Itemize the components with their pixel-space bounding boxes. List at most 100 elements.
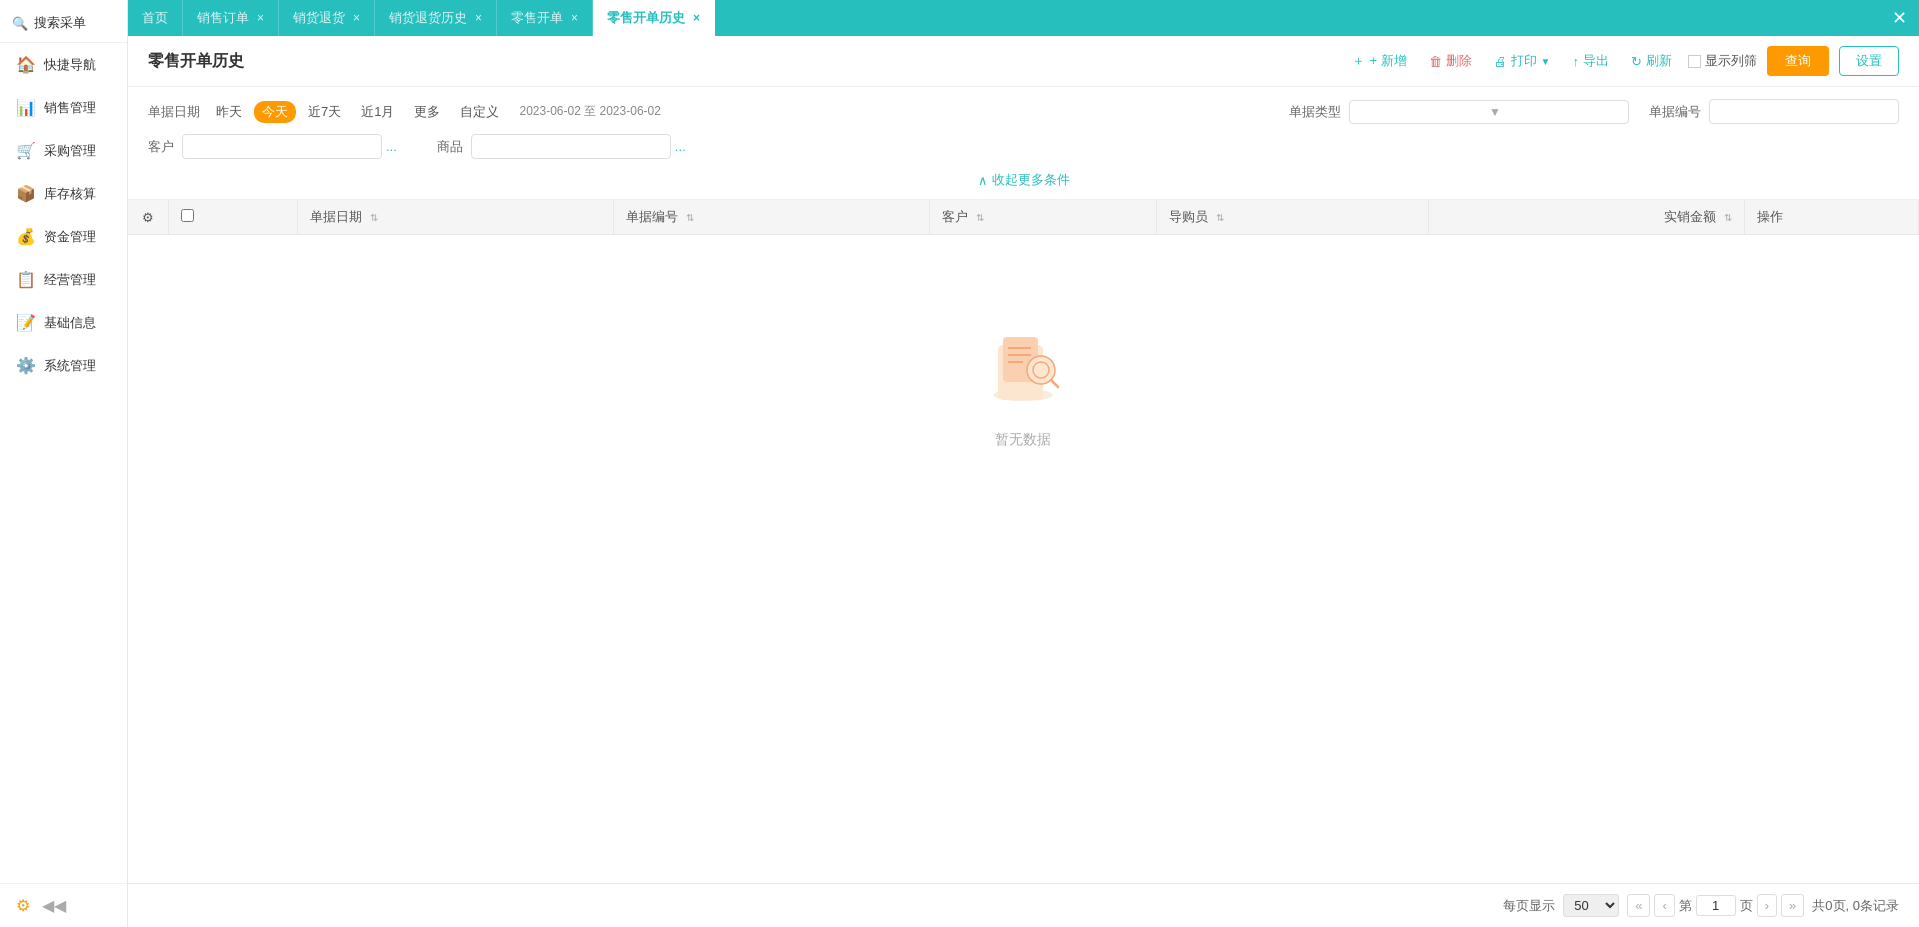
- sidebar-item-system-mgmt[interactable]: ⚙️ 系统管理: [0, 344, 127, 387]
- tab-retail-open-history[interactable]: 零售开单历史 ×: [593, 0, 715, 36]
- table-col-guide[interactable]: 导购员 ⇅: [1157, 200, 1429, 235]
- collapse-filter-button[interactable]: ∧ 收起更多条件: [978, 169, 1070, 191]
- settings-gear-icon[interactable]: ⚙: [16, 896, 30, 915]
- query-button[interactable]: 查询: [1767, 46, 1829, 76]
- select-all-checkbox[interactable]: [181, 209, 194, 222]
- table-col-gear[interactable]: ⚙: [128, 200, 168, 235]
- tab-sales-return-history-close[interactable]: ×: [475, 11, 482, 25]
- date-opt-7days[interactable]: 近7天: [300, 101, 349, 123]
- tab-sales-order[interactable]: 销售订单 ×: [183, 0, 279, 36]
- sidebar-item-label: 销售管理: [44, 99, 96, 117]
- sidebar-item-purchase-mgmt[interactable]: 🛒 采购管理: [0, 129, 127, 172]
- home-icon: 🏠: [16, 55, 36, 74]
- window-close-icon[interactable]: ✕: [1892, 7, 1907, 29]
- tab-retail-open-history-label: 零售开单历史: [607, 9, 685, 27]
- main-area: 首页 销售订单 × 销货退货 × 销货退货历史 × 零售开单 × 零售开单历史 …: [128, 0, 1919, 927]
- collapse-sidebar-icon[interactable]: ◀◀: [42, 896, 66, 915]
- page-label-after: 页: [1740, 897, 1753, 915]
- table-col-date[interactable]: 单据日期 ⇅: [298, 200, 614, 235]
- add-button[interactable]: ＋ + 新增: [1346, 48, 1412, 74]
- gear-icon[interactable]: ⚙: [142, 210, 154, 225]
- prev-page-button[interactable]: ‹: [1654, 894, 1674, 917]
- print-arrow-icon: ▼: [1541, 56, 1551, 67]
- data-table: ⚙ 单据日期 ⇅ 单据编号 ⇅: [128, 200, 1919, 529]
- doc-type-label: 单据类型: [1289, 103, 1341, 121]
- sidebar-item-operations[interactable]: 📋 经营管理: [0, 258, 127, 301]
- sidebar-item-quick-nav[interactable]: 🏠 快捷导航: [0, 43, 127, 86]
- sidebar-item-label: 经营管理: [44, 271, 96, 289]
- tab-sales-order-label: 销售订单: [197, 9, 249, 27]
- table-col-customer[interactable]: 客户 ⇅: [930, 200, 1157, 235]
- table-col-checkbox[interactable]: [168, 200, 298, 235]
- collapse-filter-row: ∧ 收起更多条件: [148, 169, 1899, 191]
- customer-dots-icon[interactable]: ...: [386, 139, 397, 154]
- delete-button[interactable]: 🗑 删除: [1423, 48, 1478, 74]
- table-col-amount[interactable]: 实销金额 ⇅: [1429, 200, 1745, 235]
- sidebar-search[interactable]: 🔍 搜索采单: [0, 0, 127, 43]
- filter-row-1: 单据日期 昨天 今天 近7天 近1月 更多 自定义 2023-06-02 至 2…: [148, 99, 1899, 124]
- doc-type-select[interactable]: ▼: [1349, 100, 1629, 124]
- settings-button[interactable]: 设置: [1839, 46, 1899, 76]
- content-area: 零售开单历史 ＋ + 新增 🗑 删除 🖨 打印 ▼ ↑ 导出: [128, 36, 1919, 927]
- sidebar-item-sales-mgmt[interactable]: 📊 销售管理: [0, 86, 127, 129]
- page-title: 零售开单历史: [148, 51, 244, 72]
- tab-sales-return-history-label: 销货退货历史: [389, 9, 467, 27]
- empty-illustration: [973, 315, 1073, 415]
- finance-icon: 💰: [16, 227, 36, 246]
- svg-line-7: [1051, 380, 1058, 387]
- product-input[interactable]: [471, 134, 671, 159]
- product-dots-icon[interactable]: ...: [675, 139, 686, 154]
- tab-retail-open[interactable]: 零售开单 ×: [497, 0, 593, 36]
- tab-sales-return-history[interactable]: 销货退货历史 ×: [375, 0, 497, 36]
- doc-num-label: 单据编号: [1649, 103, 1701, 121]
- display-cols-toggle[interactable]: 显示列筛: [1688, 52, 1757, 70]
- sidebar-item-basic-info[interactable]: 📝 基础信息: [0, 301, 127, 344]
- sales-icon: 📊: [16, 98, 36, 117]
- page-nav: « ‹ 第 页 › »: [1627, 894, 1804, 917]
- sidebar-item-finance[interactable]: 💰 资金管理: [0, 215, 127, 258]
- date-opt-1month[interactable]: 近1月: [353, 101, 402, 123]
- print-button[interactable]: 🖨 打印 ▼: [1488, 48, 1557, 74]
- date-opt-more[interactable]: 更多: [406, 101, 448, 123]
- first-page-button[interactable]: «: [1627, 894, 1650, 917]
- empty-state: 暂无数据: [128, 235, 1919, 529]
- tab-retail-open-history-close[interactable]: ×: [693, 11, 700, 25]
- search-icon: 🔍: [12, 16, 28, 31]
- page-size-select[interactable]: 10 20 50 100: [1563, 894, 1619, 917]
- sidebar-item-label: 基础信息: [44, 314, 96, 332]
- page-header: 零售开单历史 ＋ + 新增 🗑 删除 🖨 打印 ▼ ↑ 导出: [128, 36, 1919, 87]
- refresh-button[interactable]: ↻ 刷新: [1625, 48, 1678, 74]
- chevron-up-icon: ∧: [978, 173, 988, 188]
- export-button[interactable]: ↑ 导出: [1567, 48, 1616, 74]
- tab-sales-return[interactable]: 销货退货 ×: [279, 0, 375, 36]
- tab-sales-return-label: 销货退货: [293, 9, 345, 27]
- table-body: 暂无数据: [128, 235, 1919, 530]
- tab-sales-return-close[interactable]: ×: [353, 11, 360, 25]
- pagination-bar: 每页显示 10 20 50 100 « ‹ 第 页 › » 共0页, 0条记录: [128, 883, 1919, 927]
- tab-sales-order-close[interactable]: ×: [257, 11, 264, 25]
- refresh-icon: ↻: [1631, 54, 1642, 69]
- print-icon: 🖨: [1494, 54, 1507, 69]
- sidebar-item-inventory[interactable]: 📦 库存核算: [0, 172, 127, 215]
- date-opt-custom[interactable]: 自定义: [452, 101, 507, 123]
- page-label-before: 第: [1679, 897, 1692, 915]
- export-icon: ↑: [1573, 54, 1580, 69]
- data-table-wrap: ⚙ 单据日期 ⇅ 单据编号 ⇅: [128, 200, 1919, 883]
- tab-home[interactable]: 首页: [128, 0, 183, 36]
- doc-num-input[interactable]: [1709, 99, 1899, 124]
- sort-amount-icon: ⇅: [1724, 212, 1732, 223]
- last-page-button[interactable]: »: [1781, 894, 1804, 917]
- empty-text: 暂无数据: [995, 431, 1051, 449]
- display-cols-checkbox[interactable]: [1688, 55, 1701, 68]
- table-col-action: 操作: [1744, 200, 1918, 235]
- next-page-button[interactable]: ›: [1757, 894, 1777, 917]
- date-opt-today[interactable]: 今天: [254, 101, 296, 123]
- date-opt-yesterday[interactable]: 昨天: [208, 101, 250, 123]
- page-number-input[interactable]: [1696, 895, 1736, 916]
- date-label: 单据日期: [148, 103, 200, 121]
- sort-date-icon: ⇅: [370, 212, 378, 223]
- tab-retail-open-close[interactable]: ×: [571, 11, 578, 25]
- customer-input[interactable]: [182, 134, 382, 159]
- table-col-num[interactable]: 单据编号 ⇅: [614, 200, 930, 235]
- filter-area: 单据日期 昨天 今天 近7天 近1月 更多 自定义 2023-06-02 至 2…: [128, 87, 1919, 200]
